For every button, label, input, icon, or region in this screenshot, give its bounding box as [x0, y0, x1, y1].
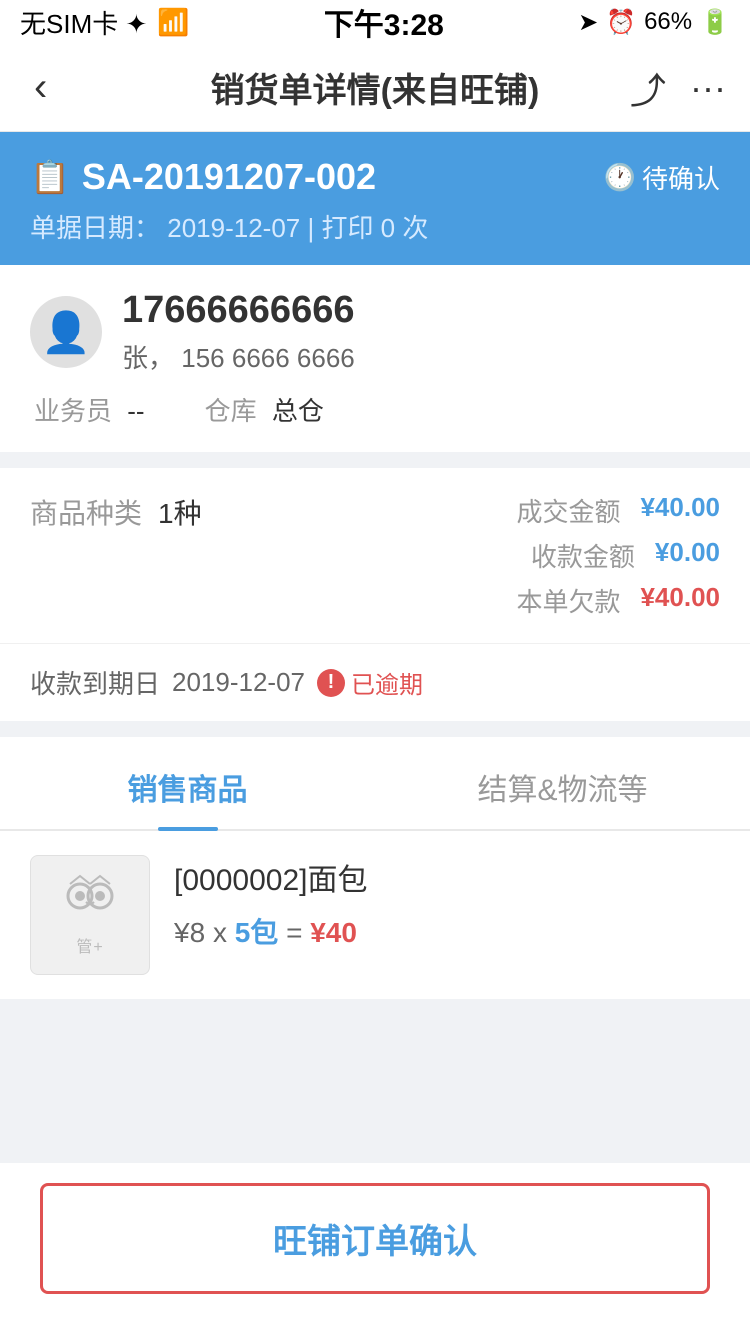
transaction-label: 成交金额 [516, 492, 620, 529]
product-type-count: 1种 [158, 492, 202, 532]
owed-amount-row: 本单欠款 ¥40.00 [516, 582, 720, 619]
confirm-btn-container: 旺铺订单确认 [0, 1163, 750, 1334]
multiply-sign: x [213, 917, 235, 948]
tab-settlement[interactable]: 结算&物流等 [375, 737, 750, 829]
print-text: | 打印 0 次 [307, 213, 428, 243]
customer-info: 张， 156 6666 6666 [122, 338, 355, 375]
product-name: [0000002]面包 [174, 855, 720, 899]
collection-label: 收款金额 [531, 537, 635, 574]
order-id: 📋 SA-20191207-002 [30, 156, 376, 198]
order-icon: 📋 [30, 158, 70, 196]
status-right: ➤ ⏰ 66% 🔋 [578, 8, 730, 37]
page-title: 销货单详情(来自旺铺) [211, 63, 540, 112]
transaction-amount-row: 成交金额 ¥40.00 [516, 492, 720, 529]
owed-amount: ¥40.00 [640, 582, 720, 619]
summary-section: 商品种类 1种 成交金额 ¥40.00 收款金额 ¥0.00 本单欠款 ¥40.… [0, 468, 750, 643]
battery-icon: 🔋 [700, 8, 730, 37]
order-id-text: SA-20191207-002 [82, 156, 376, 198]
sim-label: 无SIM卡 ✦ [20, 4, 147, 41]
clock-icon: 🕐 [604, 162, 636, 193]
quantity: 5包 [235, 917, 279, 948]
due-date-section: 收款到期日 2019-12-07 ! 已逾期 [0, 643, 750, 721]
nav-actions: ⤴ ··· [630, 62, 726, 114]
product-item: 管+ [0000002]面包 ¥8 x 5包 = ¥40 [30, 855, 720, 975]
price-total: ¥40 [310, 917, 357, 948]
overdue-text: 已逾期 [351, 665, 423, 700]
amount-summary: 成交金额 ¥40.00 收款金额 ¥0.00 本单欠款 ¥40.00 [516, 492, 720, 619]
more-icon[interactable]: ··· [690, 67, 726, 109]
customer-meta: 业务员 -- 仓库 总仓 [30, 391, 720, 428]
location-icon: ➤ [578, 8, 598, 37]
wifi-icon: 📶 [157, 7, 189, 38]
status-bar: 无SIM卡 ✦ 📶 下午3:28 ➤ ⏰ 66% 🔋 [0, 0, 750, 44]
summary-row: 商品种类 1种 成交金额 ¥40.00 收款金额 ¥0.00 本单欠款 ¥40.… [30, 492, 720, 619]
avatar: 👤 [30, 296, 102, 368]
salesperson-info: 业务员 -- [34, 391, 145, 428]
product-thumbnail: 管+ [60, 874, 120, 957]
tab-sales-products[interactable]: 销售商品 [0, 737, 375, 829]
product-price: ¥8 x 5包 = ¥40 [174, 911, 720, 951]
overdue-badge: ! 已逾期 [317, 665, 423, 700]
owed-label: 本单欠款 [516, 582, 620, 619]
product-info: [0000002]面包 ¥8 x 5包 = ¥40 [174, 855, 720, 951]
product-code: [0000002] [174, 864, 307, 897]
salesperson-label: 业务员 [34, 396, 112, 426]
divider-1 [0, 452, 750, 468]
order-date-row: 单据日期： 2019-12-07 | 打印 0 次 [30, 208, 720, 245]
salesperson-value: -- [127, 396, 144, 426]
overdue-icon: ! [317, 669, 345, 697]
order-date: 2019-12-07 [167, 213, 300, 243]
tabs-header: 销售商品 结算&物流等 [0, 737, 750, 831]
product-section: 管+ [0000002]面包 ¥8 x 5包 = ¥40 [0, 831, 750, 999]
status-text: 待确认 [642, 159, 720, 196]
warehouse-label: 仓库 [205, 396, 257, 426]
back-button[interactable]: ‹ [24, 55, 57, 120]
order-status: 🕐 待确认 [604, 159, 720, 196]
due-date: 2019-12-07 [172, 667, 305, 698]
date-label: 单据日期： [30, 213, 160, 243]
owl-icon [60, 874, 120, 931]
confirm-order-button[interactable]: 旺铺订单确认 [40, 1183, 710, 1294]
order-id-row: 📋 SA-20191207-002 🕐 待确认 [30, 156, 720, 198]
status-time: 下午3:28 [324, 0, 444, 44]
brand-label: 管+ [76, 933, 103, 957]
customer-details: 17666666666 张， 156 6666 6666 [122, 289, 355, 375]
customer-alt-phone: 156 6666 6666 [181, 343, 355, 373]
transaction-amount: ¥40.00 [640, 492, 720, 529]
product-image: 管+ [30, 855, 150, 975]
warehouse-info: 仓库 总仓 [205, 391, 324, 428]
due-label: 收款到期日 [30, 664, 160, 701]
nav-bar: ‹ 销货单详情(来自旺铺) ⤴ ··· [0, 44, 750, 132]
alarm-icon: ⏰ [606, 8, 636, 37]
customer-row: 👤 17666666666 张， 156 6666 6666 [30, 289, 720, 375]
share-icon[interactable]: ⤴ [630, 62, 666, 114]
price-unit: ¥8 [174, 917, 205, 948]
tabs-section: 销售商品 结算&物流等 [0, 737, 750, 999]
product-type: 商品种类 1种 [30, 492, 202, 532]
product-type-label: 商品种类 [30, 492, 142, 532]
customer-phone: 17666666666 [122, 289, 355, 332]
battery-label: 66% [644, 8, 692, 36]
customer-section: 👤 17666666666 张， 156 6666 6666 业务员 -- 仓库… [0, 265, 750, 452]
collection-amount-row: 收款金额 ¥0.00 [531, 537, 720, 574]
equals-sign: = [286, 917, 310, 948]
collection-amount: ¥0.00 [655, 537, 720, 574]
customer-name: 张， [122, 343, 174, 373]
warehouse-value: 总仓 [272, 396, 324, 426]
status-left: 无SIM卡 ✦ 📶 [20, 4, 190, 41]
order-header-banner: 📋 SA-20191207-002 🕐 待确认 单据日期： 2019-12-07… [0, 132, 750, 265]
product-name-text: 面包 [307, 864, 367, 897]
